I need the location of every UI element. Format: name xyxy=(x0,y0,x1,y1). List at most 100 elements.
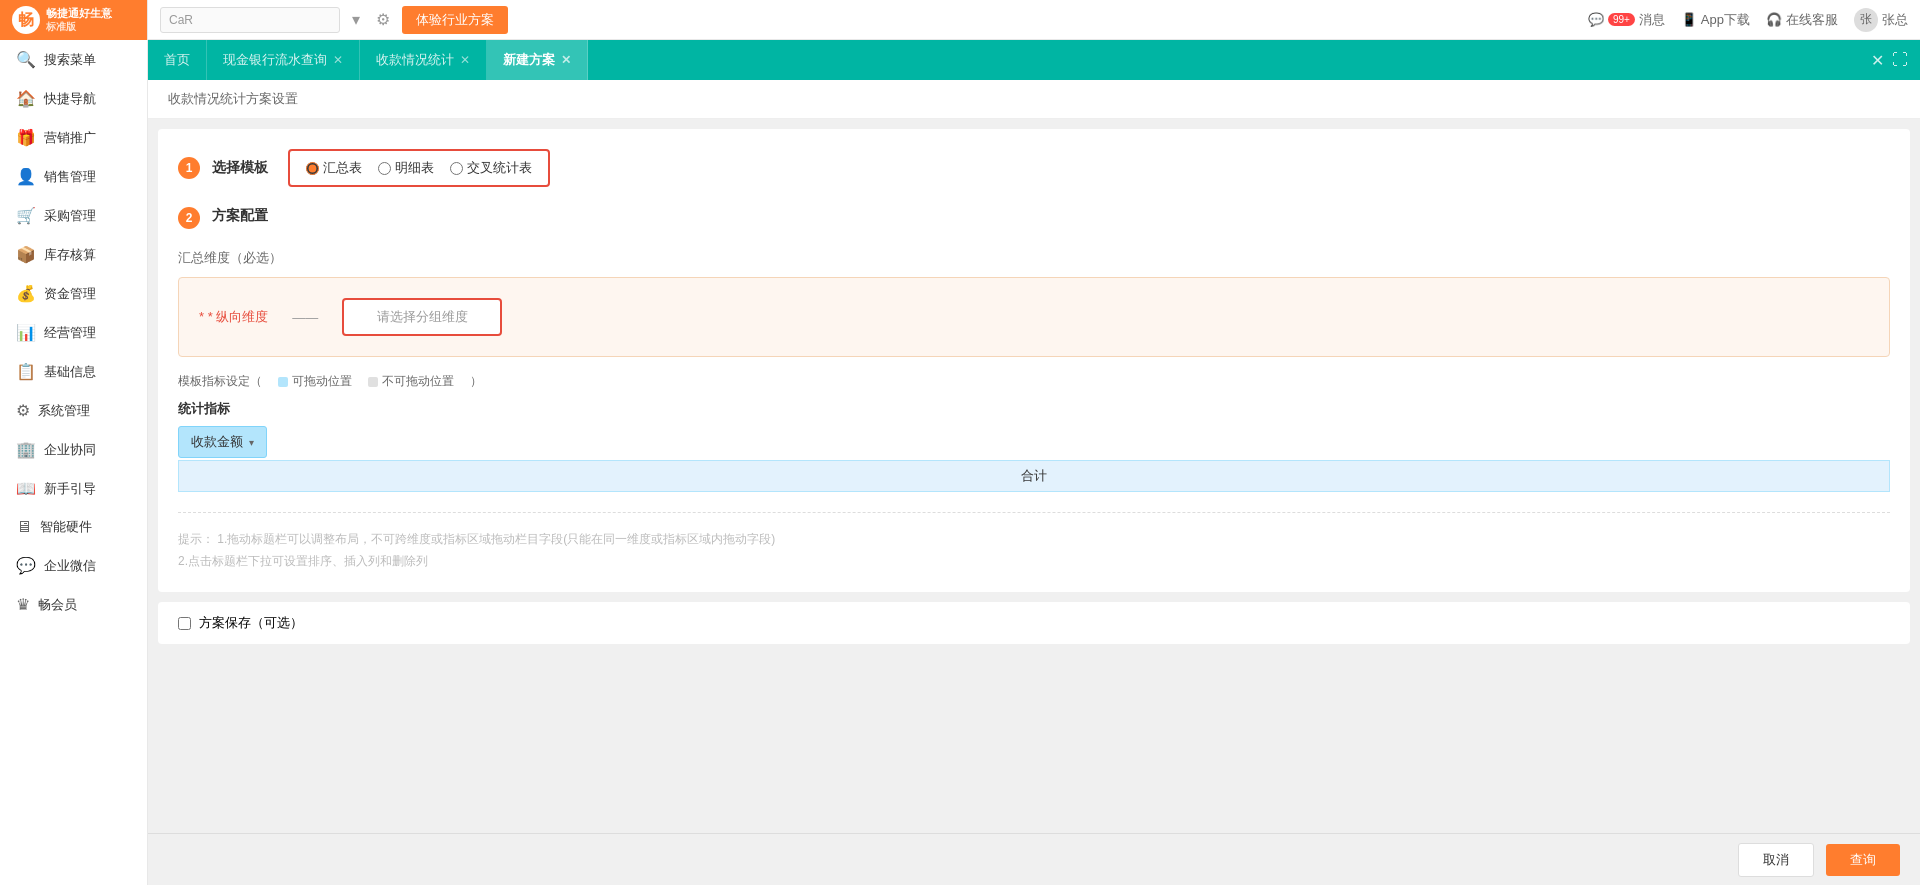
sidebar-item-system[interactable]: ⚙ 系统管理 xyxy=(0,391,147,430)
cancel-button[interactable]: 取消 xyxy=(1738,843,1814,877)
tab-close-cashflow[interactable]: ✕ xyxy=(333,53,343,67)
support-btn[interactable]: 🎧 在线客服 xyxy=(1766,11,1838,29)
cart-icon: 🛒 xyxy=(16,206,36,225)
template-selection: 汇总表 明细表 交叉统计表 xyxy=(288,149,550,187)
legend-fixed: 不可拖动位置 xyxy=(368,373,454,390)
tab-new[interactable]: 新建方案 ✕ xyxy=(487,40,588,80)
step1-label: 选择模板 xyxy=(212,159,268,177)
query-button[interactable]: 查询 xyxy=(1826,844,1900,876)
page-title-bar: 收款情况统计方案设置 xyxy=(148,80,1920,119)
box-icon: 📦 xyxy=(16,245,36,264)
headphone-icon: 🎧 xyxy=(1766,12,1782,27)
sidebar-item-sales[interactable]: 👤 销售管理 xyxy=(0,157,147,196)
metric-row: 收款金额 ▾ xyxy=(178,426,1890,458)
dimension-section-title: 汇总维度（必选） xyxy=(178,249,1890,267)
metrics-legend: 模板指标设定（ 可拖动位置 不可拖动位置 ） xyxy=(178,373,1890,390)
download-icon: 📱 xyxy=(1681,12,1697,27)
tab-close-new[interactable]: ✕ xyxy=(561,53,571,67)
tips-section: 提示： 1.拖动标题栏可以调整布局，不可跨维度或指标区域拖动栏目字段(只能在同一… xyxy=(178,512,1890,572)
chevron-down-icon: ▾ xyxy=(249,437,254,448)
close-window-icon[interactable]: ✕ xyxy=(1871,51,1884,70)
form-section: 1 选择模板 汇总表 明细表 交叉统计表 xyxy=(158,129,1910,592)
dropdown-icon[interactable]: ▾ xyxy=(352,10,360,29)
radio-detail[interactable]: 明细表 xyxy=(378,159,434,177)
sidebar-item-operations[interactable]: 📊 经营管理 xyxy=(0,313,147,352)
home-icon: 🏠 xyxy=(16,89,36,108)
logo-icon: 畅 xyxy=(12,6,40,34)
radio-group-template: 汇总表 明细表 交叉统计表 xyxy=(306,159,532,177)
sidebar-item-purchase[interactable]: 🛒 采购管理 xyxy=(0,196,147,235)
clipboard-icon: 📋 xyxy=(16,362,36,381)
tab-cashflow[interactable]: 现金银行流水查询 ✕ xyxy=(207,40,360,80)
search-input[interactable] xyxy=(160,7,340,33)
user-menu[interactable]: 张 张总 xyxy=(1854,8,1908,32)
sidebar-item-member[interactable]: ♛ 畅会员 xyxy=(0,585,147,624)
book-icon: 📖 xyxy=(16,479,36,498)
bottom-bar: 取消 查询 xyxy=(148,833,1920,885)
tip-1: 提示： 1.拖动标题栏可以调整布局，不可跨维度或指标区域拖动栏目字段(只能在同一… xyxy=(178,529,1890,551)
gear-icon: ⚙ xyxy=(16,401,30,420)
step1-badge: 1 xyxy=(178,157,200,179)
top-header: ▾ ⚙ 体验行业方案 💬 99+ 消息 📱 App下载 🎧 在线客服 张 张总 xyxy=(148,0,1920,40)
step2-row: 2 方案配置 xyxy=(178,207,1890,229)
radio-cross[interactable]: 交叉统计表 xyxy=(450,159,532,177)
metrics-section-title: 模板指标设定（ xyxy=(178,373,262,390)
radio-detail-input[interactable] xyxy=(378,162,391,175)
maximize-icon[interactable]: ⛶ xyxy=(1892,51,1908,69)
radio-summary[interactable]: 汇总表 xyxy=(306,159,362,177)
monitor-icon: 🖥 xyxy=(16,518,32,536)
building-icon: 🏢 xyxy=(16,440,36,459)
radio-summary-input[interactable] xyxy=(306,162,319,175)
step2-label: 方案配置 xyxy=(212,207,268,225)
sidebar-item-quicknav[interactable]: 🏠 快捷导航 xyxy=(0,79,147,118)
sidebar-logo: 畅 畅捷通好生意 标准版 xyxy=(0,0,147,40)
settings-icon[interactable]: ⚙ xyxy=(376,10,390,29)
row-dimension-label: * * 纵向维度 xyxy=(199,308,268,326)
search-icon: 🔍 xyxy=(16,50,36,69)
gift-icon: 🎁 xyxy=(16,128,36,147)
metrics-legend-close: ） xyxy=(470,373,482,390)
message-btn[interactable]: 💬 99+ 消息 xyxy=(1588,11,1665,29)
logo-text: 畅捷通好生意 标准版 xyxy=(46,7,112,32)
chart-icon: 📊 xyxy=(16,323,36,342)
header-actions: 💬 99+ 消息 📱 App下载 🎧 在线客服 张 张总 xyxy=(1588,8,1908,32)
save-label: 方案保存（可选） xyxy=(199,614,303,632)
tab-receipt[interactable]: 收款情况统计 ✕ xyxy=(360,40,487,80)
sidebar-item-baseinfo[interactable]: 📋 基础信息 xyxy=(0,352,147,391)
sidebar: 畅 畅捷通好生意 标准版 🔍 搜索菜单 🏠 快捷导航 🎁 营销推广 👤 销售管理… xyxy=(0,0,148,885)
sidebar-item-wechat[interactable]: 💬 企业微信 xyxy=(0,546,147,585)
sidebar-item-cooperation[interactable]: 🏢 企业协同 xyxy=(0,430,147,469)
download-btn[interactable]: 📱 App下载 xyxy=(1681,11,1750,29)
sidebar-item-guide[interactable]: 📖 新手引导 xyxy=(0,469,147,508)
user-avatar-icon: 张 xyxy=(1854,8,1878,32)
tab-bar-actions: ✕ ⛶ xyxy=(1859,40,1920,80)
user-icon: 👤 xyxy=(16,167,36,186)
dimension-select[interactable]: 请选择分组维度 xyxy=(342,298,502,336)
legend-movable: 可拖动位置 xyxy=(278,373,352,390)
save-checkbox[interactable] xyxy=(178,617,191,630)
metric-total: 合计 xyxy=(178,460,1890,492)
message-icon: 💬 xyxy=(1588,12,1604,27)
movable-dot xyxy=(278,377,288,387)
sidebar-item-inventory[interactable]: 📦 库存核算 xyxy=(0,235,147,274)
content-area: 收款情况统计方案设置 1 选择模板 汇总表 明细表 xyxy=(148,80,1920,833)
main-area: ▾ ⚙ 体验行业方案 💬 99+ 消息 📱 App下载 🎧 在线客服 张 张总 xyxy=(148,0,1920,885)
crown-icon: ♛ xyxy=(16,595,30,614)
money-icon: 💰 xyxy=(16,284,36,303)
section-block: 汇总维度（必选） * * 纵向维度 —— 请选择分组维度 模板指标设定（ xyxy=(178,249,1890,572)
step2-badge: 2 xyxy=(178,207,200,229)
radio-cross-input[interactable] xyxy=(450,162,463,175)
tab-home[interactable]: 首页 xyxy=(148,40,207,80)
tab-close-receipt[interactable]: ✕ xyxy=(460,53,470,67)
metric-tag-receipt[interactable]: 收款金额 ▾ xyxy=(178,426,267,458)
dimension-area: * * 纵向维度 —— 请选择分组维度 xyxy=(178,277,1890,357)
sidebar-item-marketing[interactable]: 🎁 营销推广 xyxy=(0,118,147,157)
page-title: 收款情况统计方案设置 xyxy=(168,91,298,106)
tip-2: 2.点击标题栏下拉可设置排序、插入列和删除列 xyxy=(178,551,1890,573)
sidebar-item-hardware[interactable]: 🖥 智能硬件 xyxy=(0,508,147,546)
sidebar-item-finance[interactable]: 💰 资金管理 xyxy=(0,274,147,313)
sidebar-item-search[interactable]: 🔍 搜索菜单 xyxy=(0,40,147,79)
step1-row: 1 选择模板 汇总表 明细表 交叉统计表 xyxy=(178,149,1890,187)
metrics-label: 统计指标 xyxy=(178,400,1890,418)
industry-button[interactable]: 体验行业方案 xyxy=(402,6,508,34)
